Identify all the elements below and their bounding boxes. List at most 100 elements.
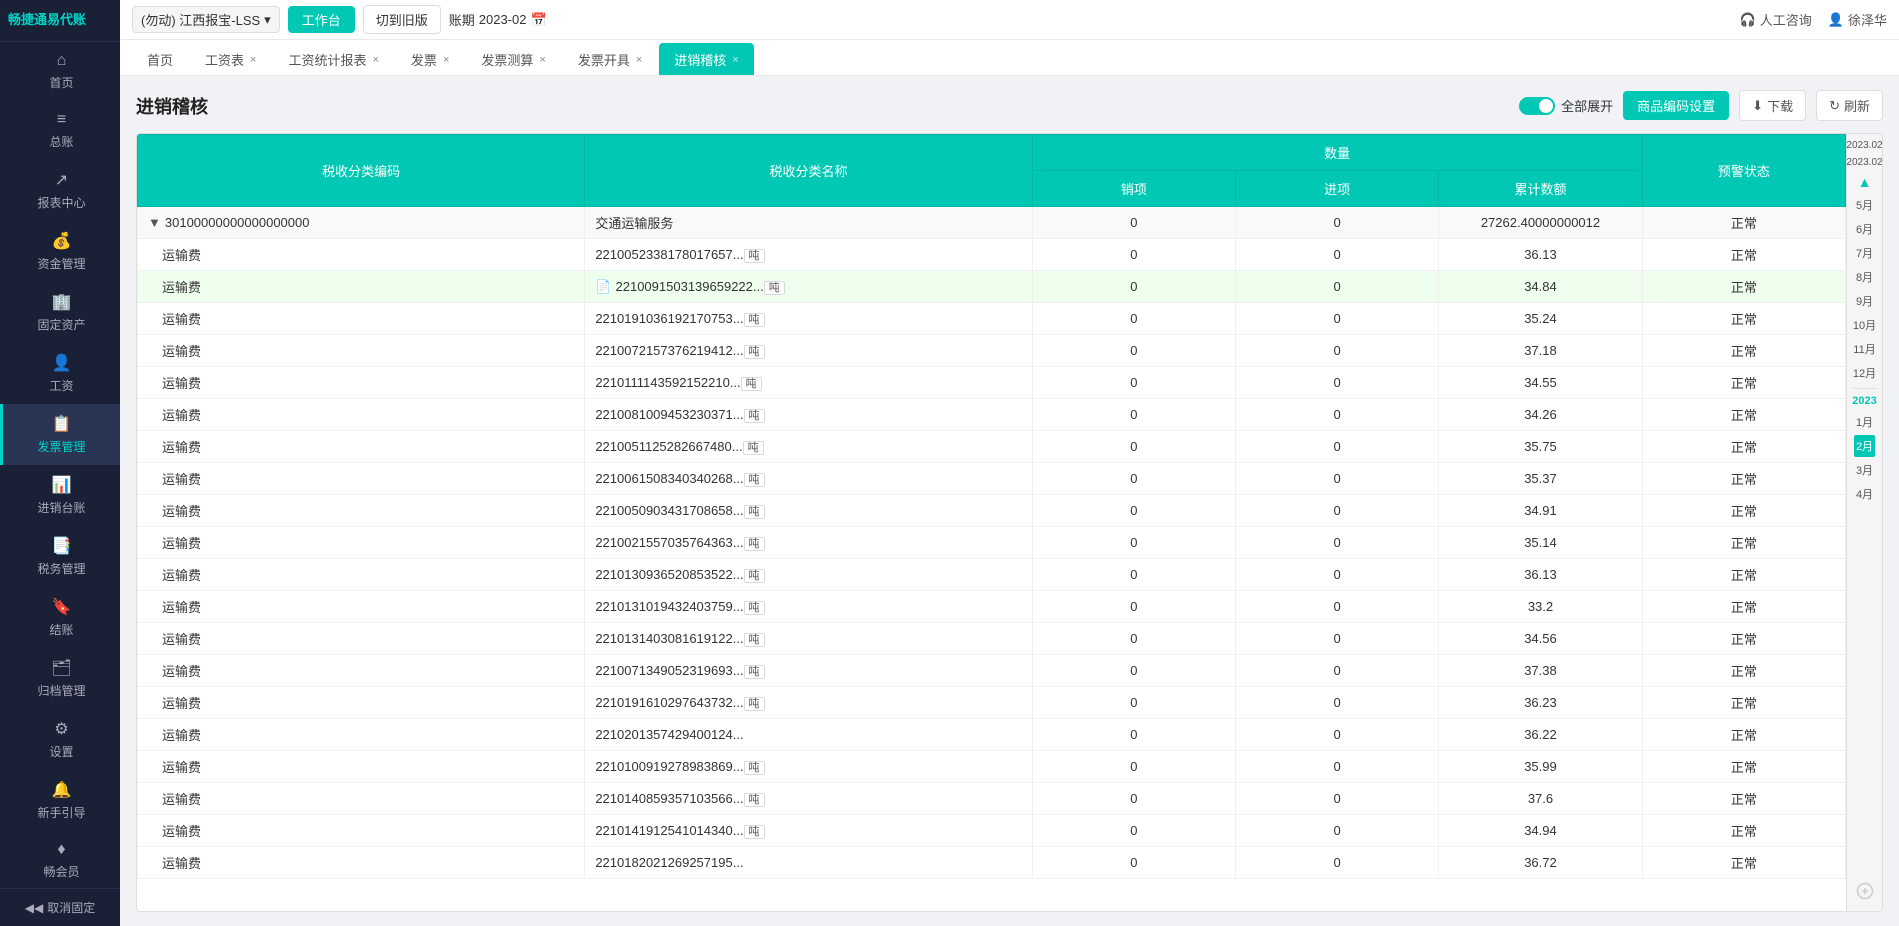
expand-toggle[interactable]: 全部展开: [1519, 96, 1613, 115]
unit-tag: 吨: [744, 505, 765, 519]
sidebar-item-guide[interactable]: 🔔 新手引导: [0, 770, 120, 831]
row-name: 运输费: [138, 527, 585, 559]
table-row[interactable]: 运输费 2210141912541014340...吨 0 0 34.94 正常: [138, 815, 1846, 847]
unit-tag: 吨: [744, 633, 765, 647]
table-row[interactable]: 运输费 2210100919278983869...吨 0 0 35.99 正常: [138, 751, 1846, 783]
month-3月[interactable]: 3月: [1854, 459, 1875, 481]
month-7月[interactable]: 7月: [1854, 242, 1875, 264]
month-9月[interactable]: 9月: [1854, 290, 1875, 312]
sales-icon: 📊: [52, 475, 72, 495]
month-2月[interactable]: 2月: [1854, 435, 1875, 457]
row-name: 运输费: [138, 751, 585, 783]
table-scroll[interactable]: 税收分类编码 税收分类名称 数量 预警状态 销项 进项 累计数额: [137, 134, 1846, 911]
sidebar-label-capital: 资金管理: [37, 255, 85, 272]
table-row[interactable]: 运输费 2210191610297643732...吨 0 0 36.23 正常: [138, 687, 1846, 719]
month-4月[interactable]: 4月: [1854, 483, 1875, 505]
tab-invoice-open[interactable]: 发票开具 ×: [563, 43, 657, 75]
group-name: 交通运输服务: [585, 207, 1032, 239]
month-10月[interactable]: 10月: [1851, 314, 1878, 336]
tab-close-inv-check[interactable]: ×: [732, 54, 738, 66]
table-row[interactable]: 运输费 2210130936520853522...吨 0 0 36.13 正常: [138, 559, 1846, 591]
switch-old-button[interactable]: 切到旧版: [363, 5, 441, 34]
table-row[interactable]: 运输费 2210191036192170753...吨 0 0 35.24 正常: [138, 303, 1846, 335]
help-button[interactable]: 🎧 人工咨询: [1740, 10, 1812, 29]
sidebar-item-home[interactable]: ⌂首页: [0, 42, 120, 101]
tab-close-salary-table[interactable]: ×: [250, 54, 256, 66]
panel-bottom-icon: [1856, 878, 1874, 907]
year-label-2023: 2023: [1848, 393, 1880, 409]
sidebar-item-fixed[interactable]: 🏢固定资产: [0, 282, 120, 343]
table-row[interactable]: 运输费 2210201357429400124... 0 0 36.22 正常: [138, 719, 1846, 751]
table-row[interactable]: 运输费 2210050903431708658...吨 0 0 34.91 正常: [138, 495, 1846, 527]
table-body: ▼30100000000000000000 交通运输服务 0 0 27262.4…: [138, 207, 1846, 879]
table-row[interactable]: 运输费 2210052338178017657...吨 0 0 36.13 正常: [138, 239, 1846, 271]
month-1月[interactable]: 1月: [1854, 411, 1875, 433]
table-row[interactable]: 运输费 2210081009453230371...吨 0 0 34.26 正常: [138, 399, 1846, 431]
sidebar-item-archive[interactable]: 🗂归档管理: [0, 648, 120, 709]
row-sales: 0: [1032, 783, 1235, 815]
month-8月[interactable]: 8月: [1854, 266, 1875, 288]
toggle-switch[interactable]: [1519, 97, 1555, 115]
row-cumulative: 34.94: [1439, 815, 1642, 847]
table-row[interactable]: 运输费 2210051125282667480...吨 0 0 35.75 正常: [138, 431, 1846, 463]
sidebar-unpin-button[interactable]: ◀◀ 取消固定: [0, 888, 120, 926]
table-row[interactable]: 运输费 2210072157376219412...吨 0 0 37.18 正常: [138, 335, 1846, 367]
sidebar-item-invoice[interactable]: 📋发票管理: [0, 404, 120, 465]
scroll-up-icon[interactable]: ▲: [1856, 172, 1874, 192]
home-icon: ⌂: [57, 52, 67, 70]
month-12月[interactable]: 12月: [1851, 362, 1878, 384]
tab-close-invoice-calc[interactable]: ×: [539, 54, 545, 66]
product-code-settings-button[interactable]: 商品编码设置: [1623, 91, 1729, 120]
guide-icon: 🔔: [52, 780, 72, 800]
sidebar-item-tax[interactable]: 📑税务管理: [0, 526, 120, 587]
right-panel: 2023.02 2023.02 ▲ 5月6月7月8月9月10月11月12月 20…: [1846, 134, 1882, 911]
tab-invoice-calc[interactable]: 发票测算×: [466, 43, 560, 75]
sidebar-item-settle[interactable]: 🔖结账: [0, 587, 120, 648]
tab-close-salary-stats[interactable]: ×: [372, 54, 378, 66]
sidebar-item-vip[interactable]: ♦畅会员: [0, 831, 120, 888]
sidebar-label-ledger: 总账: [49, 133, 73, 150]
sidebar-item-salary[interactable]: 👤工资: [0, 343, 120, 404]
refresh-icon: ↻: [1829, 98, 1840, 114]
tab-label-invoice-open: 发票开具: [578, 50, 630, 69]
tab-salary-table[interactable]: 工资表×: [190, 43, 271, 75]
tab-close-invoice-open[interactable]: ×: [636, 54, 642, 66]
tab-close-invoice[interactable]: ×: [443, 54, 449, 66]
download-button[interactable]: ⬇ 下载: [1739, 90, 1806, 121]
user-menu[interactable]: 👤 徐泽华: [1828, 10, 1887, 29]
table-row[interactable]: 运输费 2210061508340340268...吨 0 0 35.37 正常: [138, 463, 1846, 495]
unit-tag: 吨: [744, 409, 765, 423]
tab-salary-stats[interactable]: 工资统计报表×: [273, 43, 393, 75]
table-row[interactable]: 运输费 2210140859357103566...吨 0 0 37.6 正常: [138, 783, 1846, 815]
table-row[interactable]: 运输费 2210131403081619122...吨 0 0 34.56 正常: [138, 623, 1846, 655]
table-row[interactable]: 运输费 📄2210091503139659222...吨 0 0 34.84 正…: [138, 271, 1846, 303]
table-row[interactable]: 运输费 2210111143592152210...吨 0 0 34.55 正常: [138, 367, 1846, 399]
sidebar-item-settings[interactable]: ⚙设置: [0, 709, 120, 770]
table-row[interactable]: 运输费 2210021557035764363...吨 0 0 35.14 正常: [138, 527, 1846, 559]
col-header-code: 税收分类编码: [138, 135, 585, 207]
workbench-button[interactable]: 工作台: [288, 6, 355, 33]
row-status: 正常: [1642, 623, 1845, 655]
unit-tag: 吨: [744, 473, 765, 487]
company-selector[interactable]: (勿动) 江西报宝-LSS ▾: [132, 6, 280, 33]
sidebar-item-sales[interactable]: 📊进销台账: [0, 465, 120, 526]
tab-home[interactable]: 首页: [132, 43, 188, 75]
month-6月[interactable]: 6月: [1854, 218, 1875, 240]
sidebar-label-guide: 新手引导: [37, 804, 85, 821]
month-11月[interactable]: 11月: [1851, 338, 1877, 360]
sidebar-item-ledger[interactable]: ≡总账: [0, 101, 120, 160]
tab-invoice[interactable]: 发票×: [396, 43, 464, 75]
refresh-button[interactable]: ↻ 刷新: [1816, 90, 1883, 121]
table-row[interactable]: 运输费 2210182021269257195... 0 0 36.72 正常: [138, 847, 1846, 879]
sidebar-item-capital[interactable]: 💰资金管理: [0, 221, 120, 282]
unit-tag: 吨: [744, 601, 765, 615]
pin-icon: ◀◀: [25, 901, 43, 915]
row-purchase: 0: [1235, 271, 1438, 303]
table-row[interactable]: 运输费 2210131019432403759...吨 0 0 33.2 正常: [138, 591, 1846, 623]
tab-inv-check[interactable]: 进销稽核×: [659, 43, 753, 75]
table-row[interactable]: 运输费 2210071349052319693...吨 0 0 37.38 正常: [138, 655, 1846, 687]
period-selector[interactable]: 账期 2023-02 📅: [449, 10, 547, 29]
row-cumulative: 37.6: [1439, 783, 1642, 815]
month-5月[interactable]: 5月: [1854, 194, 1875, 216]
sidebar-item-report[interactable]: ↗报表中心: [0, 160, 120, 221]
